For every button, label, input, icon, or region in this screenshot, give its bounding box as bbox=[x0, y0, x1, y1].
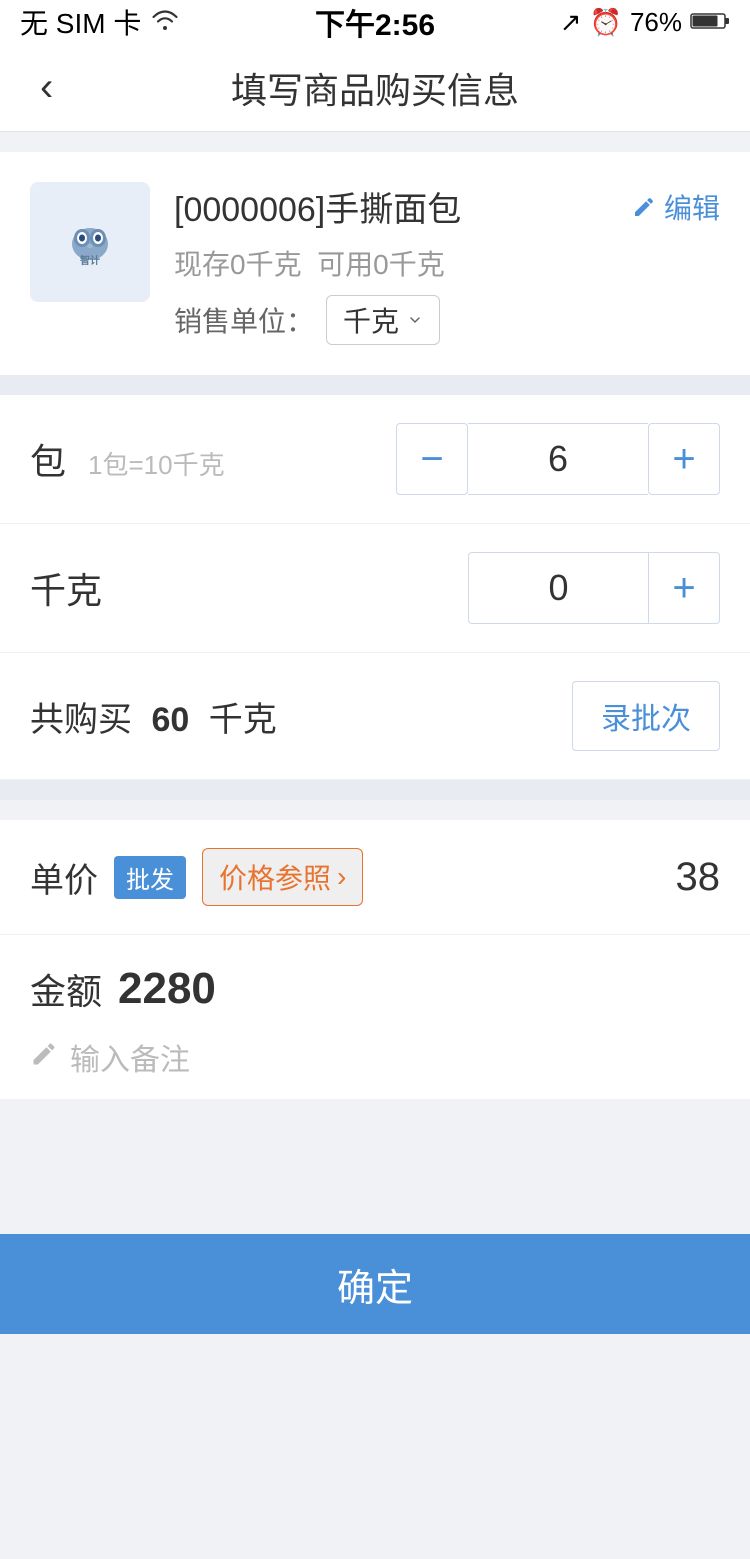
total-purchase-row: 共购买 60 千克 录批次 bbox=[0, 653, 750, 780]
battery-icon bbox=[690, 7, 730, 38]
unit-label: 销售单位： bbox=[174, 300, 314, 340]
amount-label: 金额 bbox=[30, 963, 102, 1015]
product-info: [0000006]手撕面包 编辑 现存0千克 可用0千克 销售单位： 千克 bbox=[174, 182, 720, 345]
pencil-icon bbox=[30, 1040, 58, 1075]
carrier-label: 无 SIM 卡 bbox=[20, 2, 141, 42]
bag-quantity-input[interactable] bbox=[468, 423, 648, 495]
wifi-icon bbox=[151, 8, 179, 37]
back-button[interactable]: ‹ bbox=[30, 55, 63, 120]
kg-plus-button[interactable]: + bbox=[648, 552, 720, 624]
price-section: 单价 批发 价格参照 › 38 bbox=[0, 820, 750, 935]
bag-minus-button[interactable]: − bbox=[396, 423, 468, 495]
price-value: 38 bbox=[676, 855, 721, 900]
section-divider-1 bbox=[0, 375, 750, 395]
confirm-button[interactable]: 确定 bbox=[0, 1234, 750, 1334]
kg-label: 千克 bbox=[30, 570, 102, 611]
section-divider-2 bbox=[0, 780, 750, 800]
remark-label: 输入备注 bbox=[70, 1035, 190, 1079]
price-label: 单价 bbox=[30, 853, 98, 902]
svg-text:智计: 智计 bbox=[80, 254, 100, 267]
battery-label: 76% bbox=[630, 7, 682, 38]
nav-title: 填写商品购买信息 bbox=[231, 62, 519, 114]
input-section: 包 1包=10千克 − + 千克 + bbox=[0, 395, 750, 653]
bag-hint: 1包=10千克 bbox=[88, 450, 225, 480]
product-name: [0000006]手撕面包 bbox=[174, 182, 461, 231]
product-card: 智计 [0000006]手撕面包 编辑 现存0千克 可用0千克 销售单位： 千克 bbox=[0, 152, 750, 375]
amount-value: 2280 bbox=[118, 964, 216, 1014]
amount-section: 金额 2280 输入备注 bbox=[0, 935, 750, 1099]
bag-qty-controls: − + bbox=[396, 423, 720, 495]
nav-bar: ‹ 填写商品购买信息 bbox=[0, 44, 750, 132]
price-ref-button[interactable]: 价格参照 › bbox=[202, 848, 363, 906]
status-bar: 无 SIM 卡 下午2:56 ↗ ⏰ 76% bbox=[0, 0, 750, 44]
kg-quantity-row: 千克 + bbox=[0, 524, 750, 653]
remark-row[interactable]: 输入备注 bbox=[30, 1035, 720, 1079]
batch-button[interactable]: 录批次 bbox=[572, 681, 720, 751]
alarm-icon: ⏰ bbox=[590, 7, 622, 38]
location-icon: ↗ bbox=[560, 7, 582, 38]
status-time: 下午2:56 bbox=[315, 0, 435, 44]
amount-row: 金额 2280 bbox=[30, 963, 720, 1015]
price-tag: 批发 bbox=[114, 856, 186, 899]
bag-plus-button[interactable]: + bbox=[648, 423, 720, 495]
product-thumbnail: 智计 bbox=[30, 182, 150, 302]
product-unit-row: 销售单位： 千克 bbox=[174, 295, 720, 345]
kg-qty-controls: + bbox=[468, 552, 720, 624]
total-purchase-text: 共购买 60 千克 bbox=[30, 692, 277, 741]
unit-selector[interactable]: 千克 bbox=[326, 295, 440, 345]
edit-label: 编辑 bbox=[664, 187, 720, 227]
price-left: 单价 批发 价格参照 › bbox=[30, 848, 363, 906]
product-stock: 现存0千克 可用0千克 bbox=[174, 243, 720, 283]
kg-quantity-input[interactable] bbox=[468, 552, 648, 624]
edit-button[interactable]: 编辑 bbox=[632, 187, 720, 227]
bag-label: 包 bbox=[30, 441, 66, 482]
bag-quantity-row: 包 1包=10千克 − + bbox=[0, 395, 750, 524]
